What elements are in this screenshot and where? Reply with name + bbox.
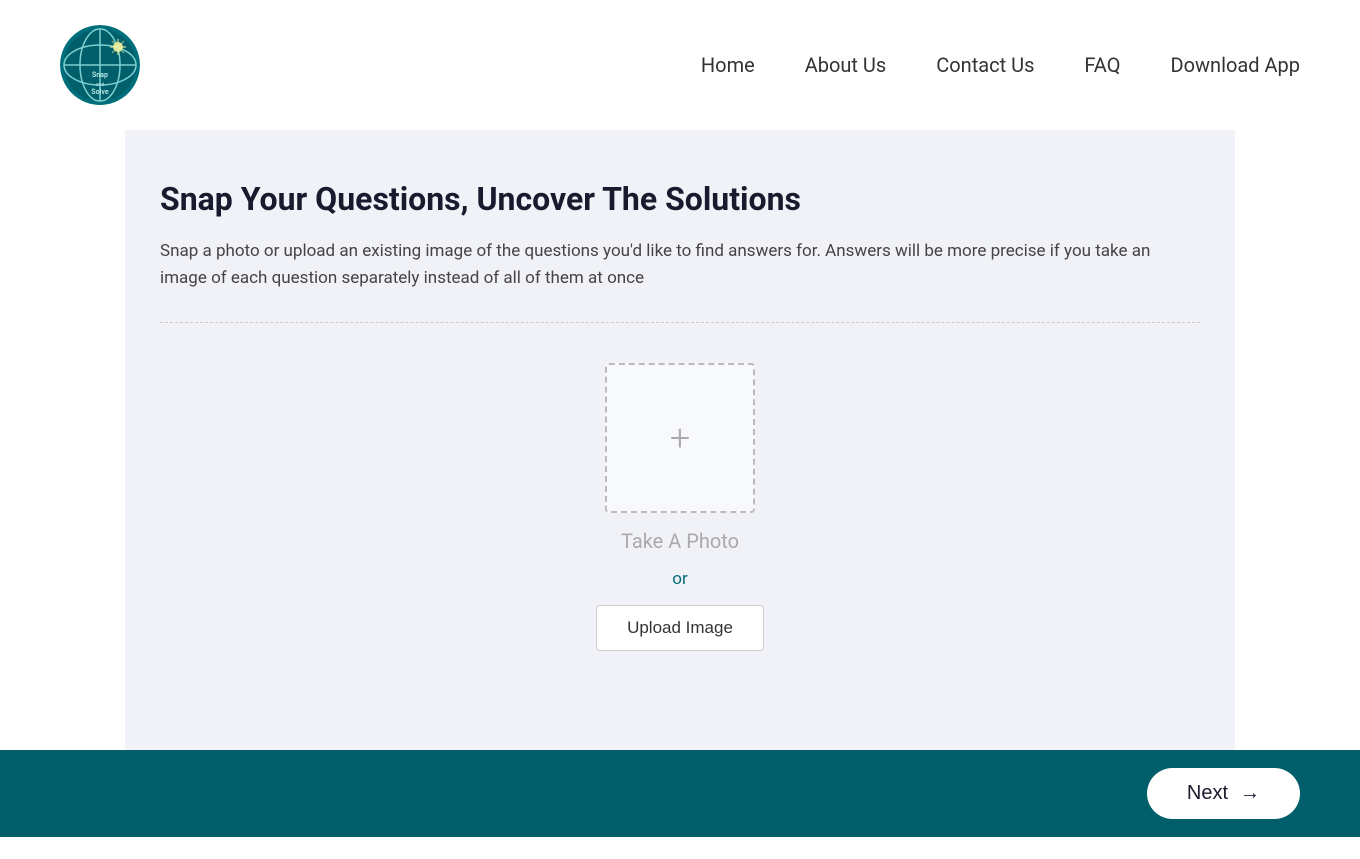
arrow-right-icon: → [1240,782,1260,805]
logo: Snap and Solve [60,25,140,105]
svg-text:Solve: Solve [91,88,109,96]
page-title: Snap Your Questions, Uncover The Solutio… [160,180,1200,218]
upload-section: + Take A Photo or Upload Image [160,363,1200,651]
nav-home[interactable]: Home [701,53,755,77]
upload-image-button[interactable]: Upload Image [596,605,764,651]
footer-bar: Next → [0,750,1360,837]
header: Snap and Solve Home About Us Contact Us … [0,0,1360,130]
logo-area: Snap and Solve [60,25,140,105]
next-button[interactable]: Next → [1147,768,1300,819]
or-label: or [672,569,687,589]
nav-faq[interactable]: FAQ [1084,53,1120,77]
next-label: Next [1187,782,1228,805]
section-divider [160,322,1200,323]
nav-about[interactable]: About Us [805,53,887,77]
take-photo-label: Take A Photo [621,529,739,553]
add-photo-icon: + [670,420,690,456]
main-nav: Home About Us Contact Us FAQ Download Ap… [701,53,1300,77]
page-description: Snap a photo or upload an existing image… [160,238,1200,292]
svg-text:Snap: Snap [92,71,108,79]
photo-capture-box[interactable]: + [605,363,755,513]
main-content: Snap Your Questions, Uncover The Solutio… [125,130,1235,750]
nav-contact[interactable]: Contact Us [936,53,1034,77]
nav-download[interactable]: Download App [1170,53,1300,77]
